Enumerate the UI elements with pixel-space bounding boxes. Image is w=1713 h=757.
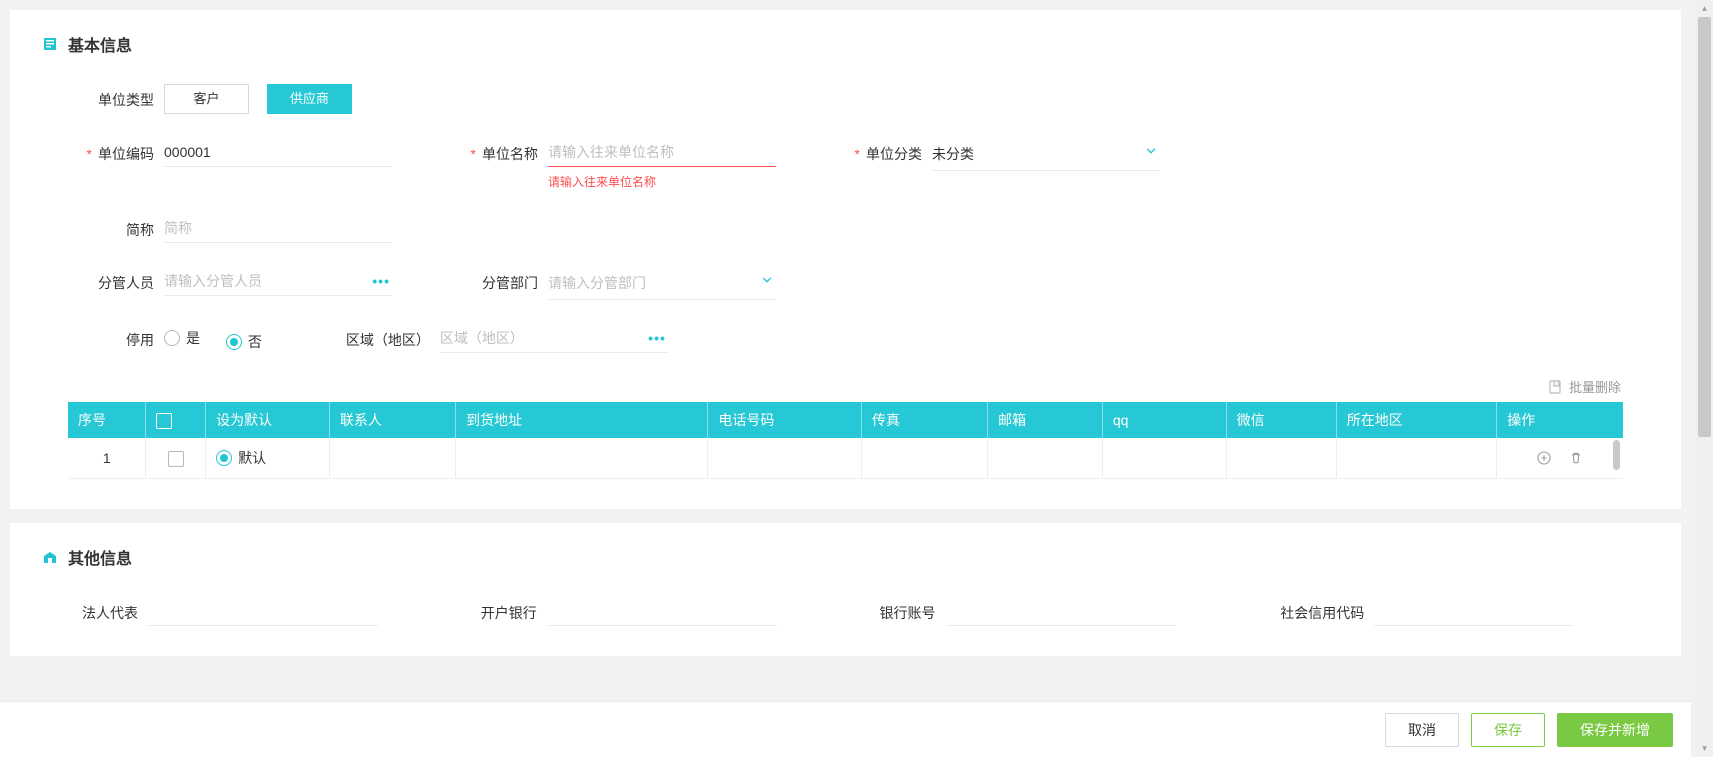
house-icon: [42, 549, 58, 565]
disabled-no-radio[interactable]: 否: [226, 332, 262, 352]
scroll-up-icon[interactable]: ▴: [1696, 0, 1713, 17]
label-short-name: 简称: [68, 214, 154, 240]
batch-delete-icon: [1547, 379, 1563, 395]
set-default-radio[interactable]: 默认: [216, 448, 266, 468]
footer-bar: 取消 保存 保存并新增: [0, 701, 1691, 757]
th-qq: qq: [1102, 402, 1226, 438]
th-delivery-address: 到货地址: [456, 402, 708, 438]
bank-name-input[interactable]: [547, 597, 777, 626]
label-unit-name: 单位名称: [452, 138, 538, 164]
th-checkbox: [146, 402, 206, 438]
label-bank-name: 开户银行: [467, 597, 537, 623]
add-row-button[interactable]: [1535, 449, 1553, 467]
th-ops: 操作: [1497, 402, 1623, 438]
panel-title: 其他信息: [68, 545, 132, 569]
batch-delete-button[interactable]: 批量删除: [1569, 377, 1621, 396]
ellipsis-icon[interactable]: •••: [372, 273, 390, 289]
contacts-table: 序号 设为默认 联系人 到货地址 电话号码 传真 邮箱 qq 微信 所在地区: [68, 402, 1623, 479]
social-credit-input[interactable]: [1374, 597, 1574, 626]
th-area: 所在地区: [1336, 402, 1497, 438]
save-button[interactable]: 保存: [1471, 713, 1545, 747]
contacts-table-wrap: 序号 设为默认 联系人 到货地址 电话号码 传真 邮箱 qq 微信 所在地区: [68, 402, 1623, 479]
unit-category-select[interactable]: 未分类: [932, 138, 1160, 171]
vertical-scrollbar[interactable]: ▴ ▾: [1696, 0, 1713, 757]
scrollbar-track[interactable]: [1696, 17, 1713, 740]
label-disabled: 停用: [68, 324, 154, 350]
save-and-new-button[interactable]: 保存并新增: [1557, 713, 1673, 747]
unit-name-input[interactable]: [548, 138, 776, 167]
form-icon: [42, 36, 58, 52]
panel-header-other: 其他信息: [42, 545, 1649, 569]
label-social-credit: 社会信用代码: [1264, 597, 1364, 623]
manager-dept-select[interactable]: 请输入分管部门: [548, 267, 776, 300]
scrollbar-thumb[interactable]: [1698, 17, 1711, 437]
cell-area[interactable]: [1336, 438, 1497, 479]
panel-header-basic: 基本信息: [42, 32, 1649, 56]
manager-dept-placeholder: 请输入分管部门: [548, 275, 646, 291]
cell-qq[interactable]: [1102, 438, 1226, 479]
th-email: 邮箱: [988, 402, 1103, 438]
th-contact: 联系人: [329, 402, 455, 438]
th-seq: 序号: [68, 402, 146, 438]
cell-fax[interactable]: [862, 438, 988, 479]
default-label: 默认: [238, 448, 266, 468]
cancel-button[interactable]: 取消: [1385, 713, 1459, 747]
panel-title: 基本信息: [68, 32, 132, 56]
th-wechat: 微信: [1226, 402, 1336, 438]
table-scrollbar-thumb[interactable]: [1613, 440, 1620, 470]
header-checkbox[interactable]: [156, 413, 172, 429]
delete-row-button[interactable]: [1567, 449, 1585, 467]
bank-account-input[interactable]: [946, 597, 1176, 626]
disabled-yes-radio[interactable]: 是: [164, 328, 200, 348]
label-unit-category: 单位分类: [836, 138, 922, 164]
cell-delivery-address[interactable]: [456, 438, 708, 479]
label-unit-type: 单位类型: [68, 84, 154, 110]
region-input[interactable]: [440, 324, 668, 353]
label-unit-code: 单位编码: [68, 138, 154, 164]
label-bank-account: 银行账号: [866, 597, 936, 623]
unit-category-value: 未分类: [932, 146, 974, 162]
unit-code-input[interactable]: [164, 138, 392, 167]
th-set-default: 设为默认: [206, 402, 330, 438]
unit-type-supplier-button[interactable]: 供应商: [267, 84, 352, 114]
radio-yes-label: 是: [186, 328, 200, 348]
ellipsis-icon[interactable]: •••: [648, 330, 666, 346]
label-region: 区域（地区）: [344, 324, 430, 350]
scroll-down-icon[interactable]: ▾: [1696, 740, 1713, 757]
panel-other-info: 其他信息 法人代表 开户银行 银行账号: [10, 523, 1681, 656]
unit-type-customer-button[interactable]: 客户: [164, 84, 249, 114]
cell-phone[interactable]: [708, 438, 862, 479]
label-legal-rep: 法人代表: [68, 597, 138, 623]
label-manager-person: 分管人员: [68, 267, 154, 293]
legal-rep-input[interactable]: [148, 597, 378, 626]
table-row: 1 默认: [68, 438, 1623, 479]
panel-basic-info: 基本信息 单位类型 客户 供应商 单位编码: [10, 10, 1681, 509]
cell-email[interactable]: [988, 438, 1103, 479]
unit-name-error: 请输入往来单位名称: [548, 173, 776, 190]
th-fax: 传真: [862, 402, 988, 438]
manager-person-input[interactable]: [164, 267, 392, 296]
label-manager-dept: 分管部门: [452, 267, 538, 293]
chevron-down-icon: [760, 273, 774, 290]
short-name-input[interactable]: [164, 214, 392, 243]
cell-seq: 1: [68, 438, 146, 479]
cell-contact[interactable]: [329, 438, 455, 479]
th-phone: 电话号码: [708, 402, 862, 438]
radio-no-label: 否: [248, 332, 262, 352]
cell-wechat[interactable]: [1226, 438, 1336, 479]
row-checkbox[interactable]: [168, 451, 184, 467]
chevron-down-icon: [1144, 144, 1158, 161]
